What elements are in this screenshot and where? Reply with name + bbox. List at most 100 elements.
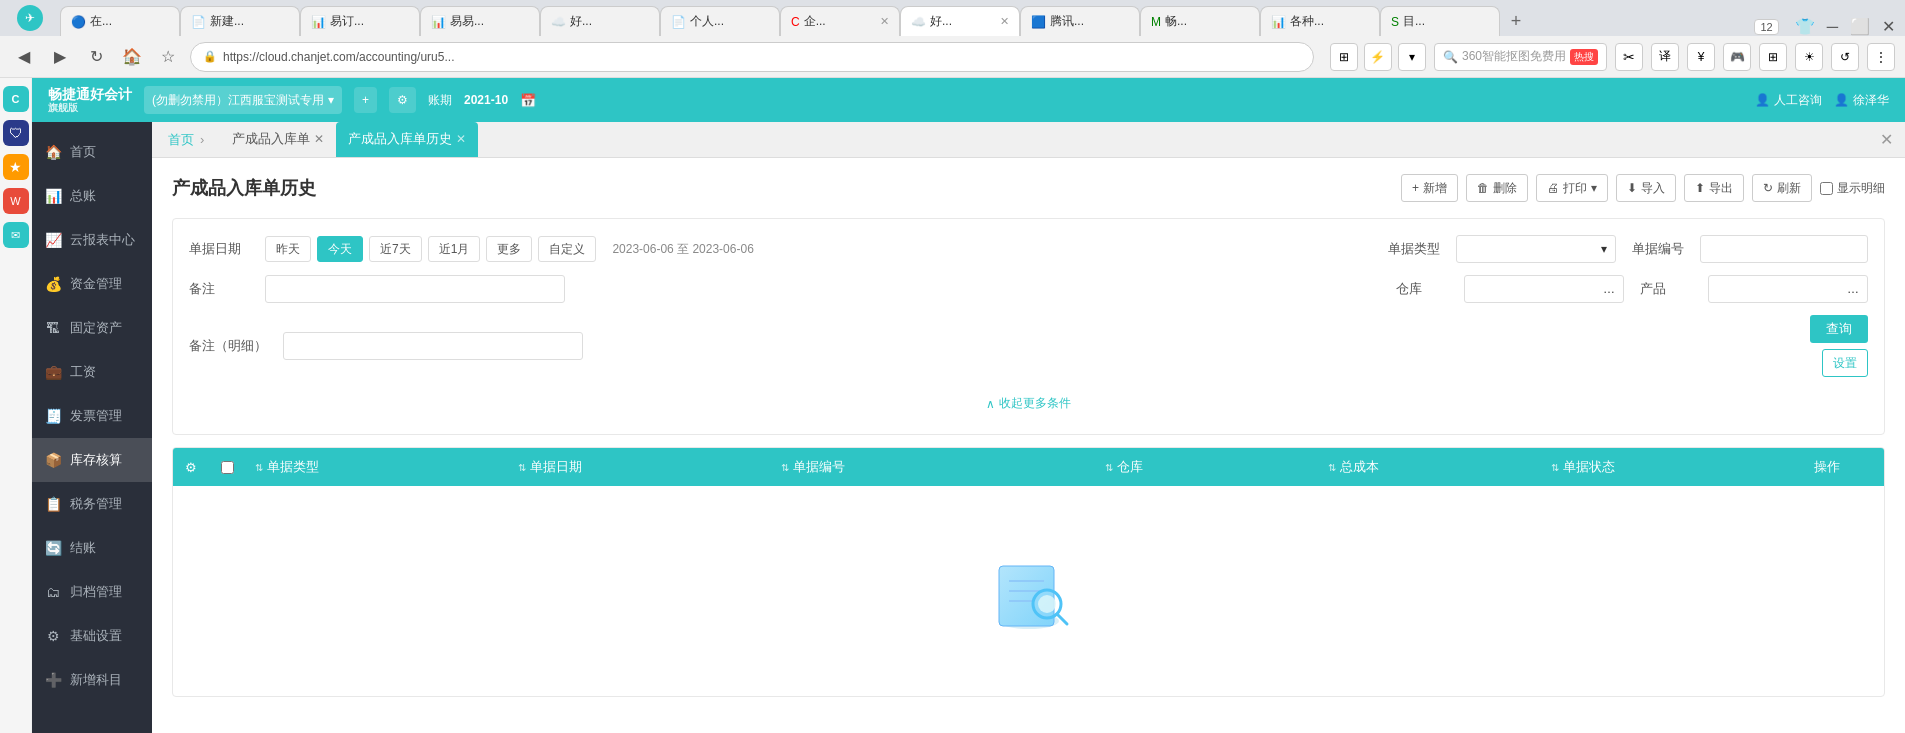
collapse-btn[interactable]: ∧ 收起更多条件: [189, 389, 1868, 418]
translate-btn[interactable]: 译: [1651, 43, 1679, 71]
url-bar[interactable]: 🔒 https://cloud.chanjet.com/accounting/u…: [190, 42, 1314, 72]
th-cost[interactable]: ⇅ 总成本: [1318, 458, 1541, 476]
dropdown-arrow[interactable]: ▾: [1398, 43, 1426, 71]
th-type[interactable]: ⇅ 单据类型: [245, 458, 508, 476]
consultant-btn[interactable]: 👤 人工咨询: [1755, 92, 1822, 109]
print-btn[interactable]: 🖨 打印 ▾: [1536, 174, 1608, 202]
period-label: 账期: [428, 92, 452, 109]
import-btn[interactable]: ⬇ 导入: [1616, 174, 1676, 202]
sidebar-item-reports[interactable]: 📈 云报表中心: [32, 218, 152, 262]
more-btn[interactable]: 更多: [486, 236, 532, 262]
warehouse-filter-input[interactable]: …: [1464, 275, 1624, 303]
type-dropdown[interactable]: ▾: [1456, 235, 1616, 263]
shield-icon[interactable]: 🛡: [3, 120, 29, 146]
weibo-icon[interactable]: W: [3, 188, 29, 214]
sidebar-item-tax[interactable]: 📋 税务管理: [32, 482, 152, 526]
search-360-box[interactable]: 🔍 360智能抠图免费用 热搜: [1434, 43, 1607, 71]
sidebar-item-archive[interactable]: 🗂 归档管理: [32, 570, 152, 614]
close-btn[interactable]: ✕: [1882, 17, 1895, 36]
tab-new-button[interactable]: +: [1500, 6, 1532, 36]
theme-btn[interactable]: ☀: [1795, 43, 1823, 71]
sidebar-item-general-ledger[interactable]: 📊 总账: [32, 174, 152, 218]
refresh-nav-btn[interactable]: ↻: [82, 43, 110, 71]
chanjet-icon[interactable]: C: [3, 86, 29, 112]
tab-个人[interactable]: 📄 个人...: [660, 6, 780, 36]
query-btn[interactable]: 查询: [1810, 315, 1868, 343]
7days-btn[interactable]: 近7天: [369, 236, 422, 262]
mail-icon[interactable]: ✉: [3, 222, 29, 248]
new-btn[interactable]: + 新增: [1401, 174, 1458, 202]
currency-btn[interactable]: ¥: [1687, 43, 1715, 71]
product-filter-input[interactable]: …: [1708, 275, 1868, 303]
grid-icon[interactable]: ⊞: [1330, 43, 1358, 71]
tab-腾讯[interactable]: 🟦 腾讯...: [1020, 6, 1140, 36]
sidebar-item-home[interactable]: 🏠 首页: [32, 130, 152, 174]
breadcrumb-home[interactable]: 首页: [168, 131, 194, 149]
game-btn[interactable]: 🎮: [1723, 43, 1751, 71]
refresh-page-btn[interactable]: ↻ 刷新: [1752, 174, 1812, 202]
sidebar-item-invoice[interactable]: 🧾 发票管理: [32, 394, 152, 438]
tab-易1[interactable]: 📊 易订...: [300, 6, 420, 36]
th-checkbox[interactable]: [209, 461, 245, 474]
scissors-icon[interactable]: ✂: [1615, 43, 1643, 71]
sidebar-item-checkout[interactable]: 🔄 结账: [32, 526, 152, 570]
tab-history-close[interactable]: ✕: [456, 132, 466, 146]
tab-list-close[interactable]: ✕: [314, 132, 324, 146]
tab-易2[interactable]: 📊 易易...: [420, 6, 540, 36]
delete-btn[interactable]: 🗑 删除: [1466, 174, 1528, 202]
back-btn[interactable]: ◀: [10, 43, 38, 71]
custom-btn[interactable]: 自定义: [538, 236, 596, 262]
sidebar-item-new-subject[interactable]: ➕ 新增科目: [32, 658, 152, 702]
maximize-btn[interactable]: ⬜: [1850, 17, 1870, 36]
today-btn[interactable]: 今天: [317, 236, 363, 262]
th-settings[interactable]: ⚙: [173, 460, 209, 475]
settings-header-btn[interactable]: ⚙: [389, 87, 416, 113]
sidebar-item-fixed-assets[interactable]: 🏗 固定资产: [32, 306, 152, 350]
th-status[interactable]: ⇅ 单据状态: [1541, 458, 1804, 476]
note-filter-input[interactable]: [265, 275, 565, 303]
th-date[interactable]: ⇅ 单据日期: [508, 458, 771, 476]
sidebar-item-funds[interactable]: 💰 资金管理: [32, 262, 152, 306]
tab-企[interactable]: C 企... ✕: [780, 6, 900, 36]
star-icon[interactable]: ★: [3, 154, 29, 180]
minimize-btn[interactable]: ─: [1827, 18, 1838, 36]
funds-icon: 💰: [44, 275, 62, 293]
content-tab-history[interactable]: 产成品入库单历史 ✕: [336, 122, 478, 157]
tab-新[interactable]: 📄 新建...: [180, 6, 300, 36]
th-warehouse[interactable]: ⇅ 仓库: [1095, 458, 1318, 476]
tab-各种[interactable]: 📊 各种...: [1260, 6, 1380, 36]
tab-好2[interactable]: ☁️ 好... ✕: [900, 6, 1020, 36]
number-filter-input[interactable]: [1700, 235, 1868, 263]
app-icon[interactable]: ✈: [17, 5, 43, 31]
export-btn[interactable]: ⬆ 导出: [1684, 174, 1744, 202]
note-detail-input[interactable]: [283, 332, 583, 360]
sidebar-item-payroll[interactable]: 💼 工资: [32, 350, 152, 394]
content-tab-list[interactable]: 产成品入库单 ✕: [220, 122, 336, 157]
tab-close-企[interactable]: ✕: [880, 15, 889, 28]
calendar-icon[interactable]: 📅: [520, 93, 536, 108]
lightning-icon[interactable]: ⚡: [1364, 43, 1392, 71]
bookmark-btn[interactable]: ☆: [154, 43, 182, 71]
tab-close-好2[interactable]: ✕: [1000, 15, 1009, 28]
tab-畅[interactable]: M 畅...: [1140, 6, 1260, 36]
add-company-btn[interactable]: +: [354, 87, 377, 113]
1month-btn[interactable]: 近1月: [428, 236, 481, 262]
th-number[interactable]: ⇅ 单据编号: [771, 458, 1095, 476]
menu-btn[interactable]: ⋮: [1867, 43, 1895, 71]
select-all-checkbox[interactable]: [221, 461, 234, 474]
panel-close-x[interactable]: ✕: [1880, 130, 1893, 149]
company-selector[interactable]: (勿删勿禁用）江西服宝测试专用 ▾: [144, 86, 342, 114]
sync-btn[interactable]: ↺: [1831, 43, 1859, 71]
forward-btn[interactable]: ▶: [46, 43, 74, 71]
tab-在[interactable]: 🔵 在...: [60, 6, 180, 36]
show-columns-checkbox[interactable]: [1820, 182, 1833, 195]
tab-好1[interactable]: ☁️ 好...: [540, 6, 660, 36]
home-nav-btn[interactable]: 🏠: [118, 43, 146, 71]
apps-btn[interactable]: ⊞: [1759, 43, 1787, 71]
filter-settings-btn[interactable]: 设置: [1822, 349, 1868, 377]
sidebar-item-settings[interactable]: ⚙ 基础设置: [32, 614, 152, 658]
yesterday-btn[interactable]: 昨天: [265, 236, 311, 262]
user-btn[interactable]: 👤 徐泽华: [1834, 92, 1889, 109]
tab-目[interactable]: S 目...: [1380, 6, 1500, 36]
sidebar-item-inventory[interactable]: 📦 库存核算: [32, 438, 152, 482]
